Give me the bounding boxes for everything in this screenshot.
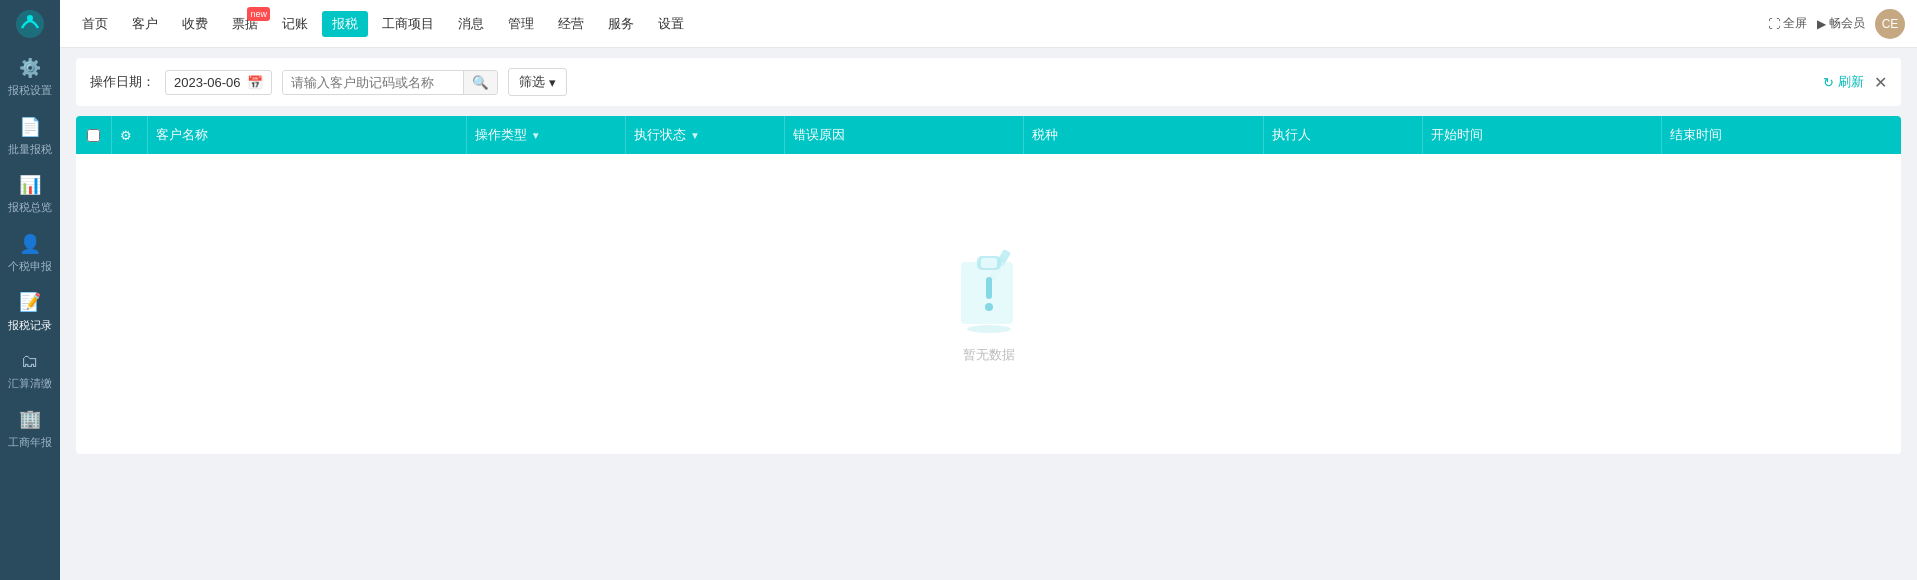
nav-item-jingying[interactable]: 经营 [548, 11, 594, 37]
sidebar-item-gongshangnianbao[interactable]: 🏢 工商年报 [0, 399, 60, 458]
close-button[interactable]: ✕ [1874, 73, 1887, 92]
baoshuishezhi-icon: ⚙️ [19, 56, 41, 81]
pilianbaoshui-icon: 📄 [19, 115, 41, 140]
date-label: 操作日期： [90, 73, 155, 91]
svg-rect-9 [986, 277, 992, 299]
sidebar-item-baoshuishezhi[interactable]: ⚙️ 报税设置 [0, 48, 60, 107]
nav-items: 首页 客户 收费 票据 new 记账 报税 工商项目 消息 [72, 11, 1768, 37]
sidebar-item-label-geshuishenbao: 个税申报 [8, 259, 52, 274]
sidebar: ⚙️ 报税设置 📄 批量报税 📊 报税总览 👤 个税申报 📝 报税记录 🗂 汇算… [0, 0, 60, 580]
empty-state: 暂无数据 [929, 184, 1049, 424]
svg-point-0 [16, 10, 44, 38]
op-type-sort-icon: ▼ [531, 130, 541, 141]
search-input[interactable] [283, 71, 463, 94]
th-checkbox[interactable] [76, 116, 112, 154]
fullscreen-button[interactable]: ⛶ 全屏 [1768, 15, 1807, 32]
refresh-button[interactable]: ↻ 刷新 [1823, 73, 1864, 91]
th-executor: 执行人 [1264, 116, 1423, 154]
geshuishenbao-icon: 👤 [19, 232, 41, 257]
topnav-right: ⛶ 全屏 ▶ 畅会员 CE [1768, 9, 1905, 39]
sidebar-item-huisuanjiaona[interactable]: 🗂 汇算清缴 [0, 341, 60, 400]
huisuanjiaona-icon: 🗂 [21, 349, 39, 374]
th-error-reason: 错误原因 [785, 116, 1024, 154]
empty-text: 暂无数据 [963, 346, 1015, 364]
sidebar-item-pilianbaoshui[interactable]: 📄 批量报税 [0, 107, 60, 166]
filter-bar: 操作日期： 2023-06-06 📅 🔍 筛选 ▾ ↻ [76, 58, 1901, 106]
nav-item-gongshangxiangmu[interactable]: 工商项目 [372, 11, 444, 37]
nav-item-baoshui[interactable]: 报税 [322, 11, 368, 37]
topnav: 首页 客户 收费 票据 new 记账 报税 工商项目 消息 [60, 0, 1917, 48]
search-icon: 🔍 [472, 75, 489, 90]
nav-item-kehu[interactable]: 客户 [122, 11, 168, 37]
baoshuijilu-icon: 📝 [19, 290, 41, 315]
member-button[interactable]: ▶ 畅会员 [1817, 15, 1865, 32]
sidebar-item-baoshuijilu[interactable]: 📝 报税记录 [0, 282, 60, 341]
piaoju-badge: new [247, 7, 270, 21]
svg-rect-8 [981, 258, 997, 268]
th-exec-status[interactable]: 执行状态 ▼ [626, 116, 785, 154]
filter-button[interactable]: 筛选 ▾ [508, 68, 567, 96]
nav-item-piaoju[interactable]: 票据 new [222, 11, 268, 37]
calendar-icon: 📅 [247, 75, 263, 90]
table-header: ⚙ 客户名称 操作类型 ▼ 执行状态 ▼ 错误原因 [76, 116, 1901, 154]
empty-state-icon [949, 244, 1029, 334]
svg-point-1 [27, 15, 33, 21]
page-body: 操作日期： 2023-06-06 📅 🔍 筛选 ▾ ↻ [60, 48, 1917, 580]
th-customer: 客户名称 [148, 116, 467, 154]
nav-item-shouye[interactable]: 首页 [72, 11, 118, 37]
exec-status-sort-icon: ▼ [690, 130, 700, 141]
date-picker[interactable]: 2023-06-06 📅 [165, 70, 272, 95]
sidebar-item-label-baoshuizonglan: 报税总览 [8, 200, 52, 215]
sidebar-item-label-huisuanjiaona: 汇算清缴 [8, 376, 52, 391]
sidebar-item-label-pilianbaoshui: 批量报税 [8, 142, 52, 157]
nav-item-shezhi[interactable]: 设置 [648, 11, 694, 37]
nav-item-jizhang[interactable]: 记账 [272, 11, 318, 37]
th-end-time: 结束时间 [1662, 116, 1901, 154]
search-button[interactable]: 🔍 [463, 71, 497, 94]
gongshangnianbao-icon: 🏢 [19, 407, 41, 432]
date-value: 2023-06-06 [174, 75, 241, 90]
search-box: 🔍 [282, 70, 498, 95]
content-area: 操作日期： 2023-06-06 📅 🔍 筛选 ▾ ↻ [60, 48, 1917, 580]
svg-point-10 [985, 303, 993, 311]
member-icon: ▶ [1817, 17, 1826, 31]
refresh-icon: ↻ [1823, 75, 1834, 90]
th-tax-type: 税种 [1024, 116, 1263, 154]
nav-item-guanli[interactable]: 管理 [498, 11, 544, 37]
nav-item-shoufei[interactable]: 收费 [172, 11, 218, 37]
th-op-type[interactable]: 操作类型 ▼ [467, 116, 626, 154]
sidebar-item-label-baoshuishezhi: 报税设置 [8, 83, 52, 98]
th-settings: ⚙ [112, 116, 148, 154]
svg-point-11 [967, 325, 1011, 333]
chevron-down-icon: ▾ [549, 75, 556, 90]
sidebar-item-baoshuizonglan[interactable]: 📊 报税总览 [0, 165, 60, 224]
sidebar-logo[interactable] [0, 0, 60, 48]
settings-icon[interactable]: ⚙ [120, 128, 132, 143]
close-icon: ✕ [1874, 73, 1887, 92]
avatar[interactable]: CE [1875, 9, 1905, 39]
fullscreen-icon: ⛶ [1768, 17, 1780, 31]
nav-item-xiaoxi[interactable]: 消息 [448, 11, 494, 37]
main-content: 首页 客户 收费 票据 new 记账 报税 工商项目 消息 [60, 0, 1917, 580]
table-body: 暂无数据 [76, 154, 1901, 454]
select-all-checkbox[interactable] [87, 129, 100, 142]
sidebar-item-label-gongshangnianbao: 工商年报 [8, 435, 52, 450]
nav-item-fuwu[interactable]: 服务 [598, 11, 644, 37]
sidebar-item-geshuishenbao[interactable]: 👤 个税申报 [0, 224, 60, 283]
th-start-time: 开始时间 [1423, 116, 1662, 154]
sidebar-item-label-baoshuijilu: 报税记录 [8, 318, 52, 333]
table-container: ⚙ 客户名称 操作类型 ▼ 执行状态 ▼ 错误原因 [76, 116, 1901, 454]
baoshuizonglan-icon: 📊 [19, 173, 41, 198]
